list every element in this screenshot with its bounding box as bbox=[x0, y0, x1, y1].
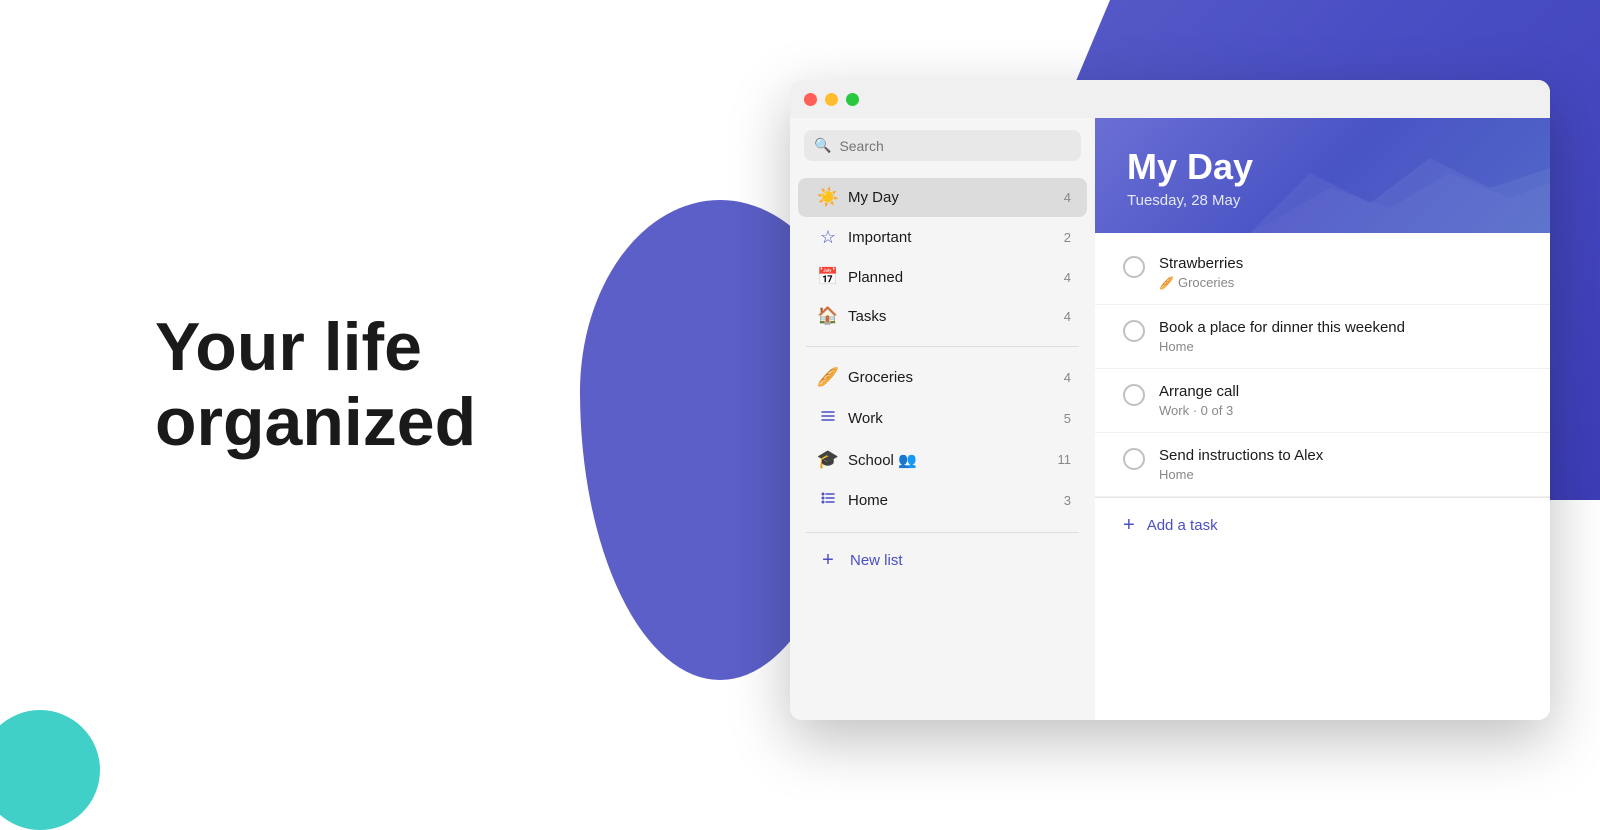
search-bar[interactable]: 🔍 bbox=[804, 130, 1081, 161]
sidebar-item-work[interactable]: Work 5 bbox=[798, 398, 1087, 439]
sidebar: 🔍 ☀️ My Day 4 ☆ Important 2 📅 Planned bbox=[790, 118, 1095, 720]
add-task-button[interactable]: + Add a task bbox=[1095, 497, 1550, 553]
maximize-button[interactable] bbox=[846, 93, 859, 106]
sidebar-item-count: 2 bbox=[1064, 230, 1071, 245]
app-content: 🔍 ☀️ My Day 4 ☆ Important 2 📅 Planned bbox=[790, 118, 1550, 720]
sidebar-item-count: 5 bbox=[1064, 411, 1071, 426]
bg-shape-bottom-left bbox=[0, 710, 100, 830]
minimize-button[interactable] bbox=[825, 93, 838, 106]
task-list-tag: Groceries bbox=[1178, 275, 1234, 290]
sidebar-item-tasks[interactable]: 🏠 Tasks 4 bbox=[798, 297, 1087, 335]
bread-icon: 🥖 bbox=[814, 367, 842, 388]
sidebar-item-label: Work bbox=[848, 410, 1064, 427]
task-title: Arrange call bbox=[1159, 383, 1522, 400]
sidebar-item-count: 4 bbox=[1064, 309, 1071, 324]
sidebar-item-school[interactable]: 🎓 School 👥 11 bbox=[798, 440, 1087, 479]
traffic-lights bbox=[804, 93, 859, 106]
task-item[interactable]: Strawberries 🥖 Groceries bbox=[1095, 241, 1550, 305]
new-list-button[interactable]: + New list bbox=[798, 540, 1087, 581]
sidebar-divider bbox=[806, 346, 1079, 347]
sidebar-divider-2 bbox=[806, 532, 1079, 533]
tagline-line1: Your life bbox=[155, 309, 422, 385]
app-window: 🔍 ☀️ My Day 4 ☆ Important 2 📅 Planned bbox=[790, 80, 1550, 720]
task-item[interactable]: Send instructions to Alex Home bbox=[1095, 433, 1550, 497]
task-list-tag: Work · 0 of 3 bbox=[1159, 403, 1233, 418]
sidebar-item-count: 4 bbox=[1064, 270, 1071, 285]
task-circle[interactable] bbox=[1123, 384, 1145, 406]
task-info: Arrange call Work · 0 of 3 bbox=[1159, 383, 1522, 418]
sidebar-item-count: 4 bbox=[1064, 190, 1071, 205]
detail-header: My Day Tuesday, 28 May bbox=[1095, 118, 1550, 233]
plus-icon: + bbox=[814, 549, 842, 572]
plus-icon: + bbox=[1123, 514, 1135, 537]
sidebar-item-planned[interactable]: 📅 Planned 4 bbox=[798, 258, 1087, 296]
detail-subtitle: Tuesday, 28 May bbox=[1127, 192, 1518, 209]
task-circle[interactable] bbox=[1123, 256, 1145, 278]
sidebar-item-count: 3 bbox=[1064, 493, 1071, 508]
add-task-label: Add a task bbox=[1147, 517, 1218, 534]
sidebar-item-label: Tasks bbox=[848, 308, 1064, 325]
sidebar-item-label: School 👥 bbox=[848, 451, 1058, 469]
sidebar-item-label: My Day bbox=[848, 189, 1064, 206]
task-meta: 🥖 Groceries bbox=[1159, 275, 1522, 290]
sidebar-item-important[interactable]: ☆ Important 2 bbox=[798, 218, 1087, 257]
task-circle[interactable] bbox=[1123, 448, 1145, 470]
search-input[interactable] bbox=[839, 138, 1071, 154]
close-button[interactable] bbox=[804, 93, 817, 106]
task-info: Send instructions to Alex Home bbox=[1159, 447, 1522, 482]
sidebar-item-label: Groceries bbox=[848, 369, 1064, 386]
task-info: Book a place for dinner this weekend Hom… bbox=[1159, 319, 1522, 354]
task-list-tag: Home bbox=[1159, 467, 1194, 482]
task-meta: Work · 0 of 3 bbox=[1159, 403, 1522, 418]
sidebar-item-count: 11 bbox=[1058, 452, 1072, 467]
sidebar-item-label: Home bbox=[848, 492, 1064, 509]
task-title: Strawberries bbox=[1159, 255, 1522, 272]
detail-panel: My Day Tuesday, 28 May Strawberries 🥖 Gr… bbox=[1095, 118, 1550, 720]
task-list: Strawberries 🥖 Groceries Book a place fo… bbox=[1095, 233, 1550, 720]
home-list-icon bbox=[814, 489, 842, 512]
task-item[interactable]: Book a place for dinner this weekend Hom… bbox=[1095, 305, 1550, 369]
task-meta: Home bbox=[1159, 339, 1522, 354]
task-title: Send instructions to Alex bbox=[1159, 447, 1522, 464]
task-list-tag: Home bbox=[1159, 339, 1194, 354]
task-meta: Home bbox=[1159, 467, 1522, 482]
task-title: Book a place for dinner this weekend bbox=[1159, 319, 1522, 336]
task-info: Strawberries 🥖 Groceries bbox=[1159, 255, 1522, 290]
nav-list: ☀️ My Day 4 ☆ Important 2 📅 Planned 4 🏠 … bbox=[790, 173, 1095, 340]
new-list-label: New list bbox=[850, 552, 903, 569]
sidebar-item-groceries[interactable]: 🥖 Groceries 4 bbox=[798, 358, 1087, 397]
task-item[interactable]: Arrange call Work · 0 of 3 bbox=[1095, 369, 1550, 433]
sidebar-item-home[interactable]: Home 3 bbox=[798, 480, 1087, 521]
calendar-icon: 📅 bbox=[814, 267, 842, 287]
tagline-line2: organized bbox=[155, 384, 476, 460]
list-icon bbox=[814, 407, 842, 430]
task-circle[interactable] bbox=[1123, 320, 1145, 342]
sidebar-item-label: Important bbox=[848, 229, 1064, 246]
star-icon: ☆ bbox=[814, 227, 842, 248]
sidebar-item-my-day[interactable]: ☀️ My Day 4 bbox=[798, 178, 1087, 217]
title-bar bbox=[790, 80, 1550, 118]
detail-title: My Day bbox=[1127, 146, 1518, 188]
bread-emoji: 🥖 bbox=[1159, 276, 1174, 290]
list-items: 🥖 Groceries 4 Work 5 bbox=[790, 353, 1095, 526]
search-icon: 🔍 bbox=[814, 137, 831, 154]
sun-icon: ☀️ bbox=[814, 187, 842, 208]
sidebar-item-count: 4 bbox=[1064, 370, 1071, 385]
tasks-icon: 🏠 bbox=[814, 306, 842, 326]
sidebar-item-label: Planned bbox=[848, 269, 1064, 286]
graduation-icon: 🎓 bbox=[814, 449, 842, 470]
tagline: Your life organized bbox=[155, 310, 476, 460]
